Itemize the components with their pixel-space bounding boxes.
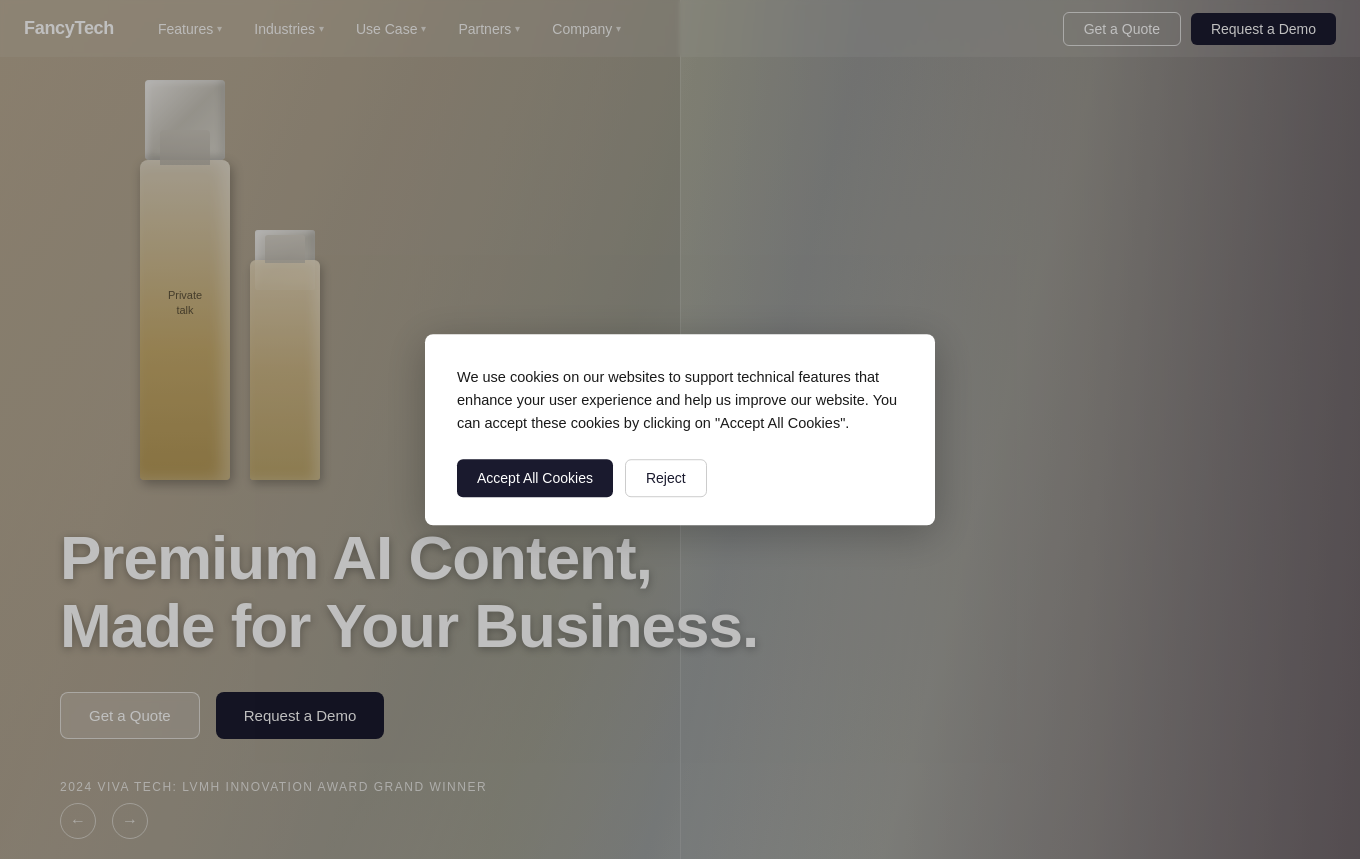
accept-cookies-button[interactable]: Accept All Cookies [457,459,613,497]
reject-cookies-button[interactable]: Reject [625,459,707,497]
cookie-actions: Accept All Cookies Reject [457,459,903,497]
cookie-consent-modal: We use cookies on our websites to suppor… [425,334,935,526]
cookie-message: We use cookies on our websites to suppor… [457,366,903,436]
